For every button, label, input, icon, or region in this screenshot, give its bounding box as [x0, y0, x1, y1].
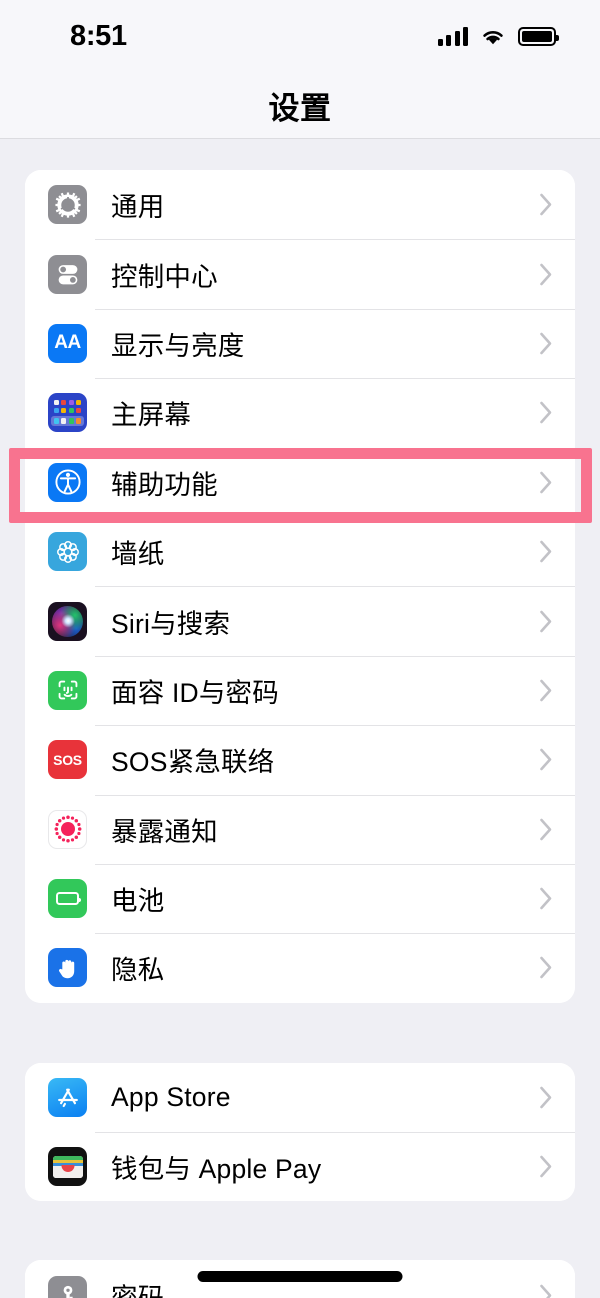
chevron-right-icon [540, 1284, 552, 1298]
status-bar-clock: 8:51 [70, 19, 127, 52]
settings-row-emergency-sos[interactable]: SOS SOS紧急联络 [25, 725, 575, 795]
settings-row-exposure-notifications[interactable]: 暴露通知 [25, 794, 575, 864]
display-brightness-icon: AA [48, 323, 87, 363]
chevron-right-icon [540, 263, 552, 285]
sos-icon-glyph: SOS [53, 751, 82, 768]
settings-group-system: 通用 控制中心 AA 显示与亮度 主屏幕 辅助功能 墙纸 Siri与搜索 面容 … [25, 170, 575, 1003]
settings-row-accessibility[interactable]: 辅助功能 [25, 447, 575, 517]
wallpaper-icon [48, 532, 87, 572]
cellular-signal-icon [437, 26, 468, 46]
settings-row-label: 隐私 [111, 955, 165, 986]
settings-row-label: App Store [111, 1081, 231, 1112]
settings-row-label: 电池 [111, 886, 165, 917]
settings-row-wallpaper[interactable]: 墙纸 [25, 516, 575, 587]
settings-scroll-view[interactable]: 通用 控制中心 AA 显示与亮度 主屏幕 辅助功能 墙纸 Siri与搜索 面容 … [0, 139, 600, 1298]
chevron-right-icon [540, 1155, 552, 1178]
settings-row-label: 控制中心 [111, 261, 218, 292]
settings-row-label: 主屏幕 [111, 400, 192, 431]
settings-row-label: 墙纸 [111, 539, 165, 570]
chevron-right-icon [540, 471, 552, 494]
accessibility-icon [48, 462, 87, 502]
settings-row-face-id-passcode[interactable]: 面容 ID与密码 [25, 655, 575, 726]
privacy-hand-icon [48, 948, 87, 988]
wifi-icon [483, 30, 503, 44]
settings-row-label: 钱包与 Apple Pay [111, 1154, 322, 1185]
settings-row-privacy[interactable]: 隐私 [25, 933, 575, 1003]
navigation-bar: 设置 [0, 72, 600, 139]
control-center-icon [48, 254, 87, 294]
battery-full-icon [518, 26, 559, 46]
home-screen-icon [48, 393, 87, 433]
settings-row-label: 密码 [111, 1282, 165, 1298]
settings-row-label: 暴露通知 [111, 816, 218, 847]
settings-row-general[interactable]: 通用 [25, 170, 575, 240]
settings-row-battery[interactable]: 电池 [25, 863, 575, 934]
chevron-right-icon [540, 679, 552, 702]
status-bar-indicators [437, 26, 559, 46]
battery-icon [48, 879, 87, 919]
gear-icon [48, 185, 87, 225]
passwords-key-icon [48, 1275, 87, 1298]
home-indicator-bar[interactable] [197, 1271, 403, 1282]
siri-icon [48, 601, 87, 641]
settings-row-label: 显示与亮度 [111, 330, 245, 361]
chevron-right-icon [540, 818, 552, 841]
chevron-right-icon [540, 193, 552, 216]
face-id-icon [48, 670, 87, 710]
page-title: 设置 [268, 90, 332, 126]
settings-row-siri-search[interactable]: Siri与搜索 [25, 586, 575, 656]
wallet-icon [48, 1147, 87, 1187]
settings-row-app-store[interactable]: App Store [25, 1062, 575, 1133]
settings-group-store: App Store 钱包与 Apple Pay [25, 1062, 575, 1202]
settings-row-label: SOS紧急联络 [111, 747, 275, 778]
settings-row-wallet-apple-pay[interactable]: 钱包与 Apple Pay [25, 1132, 575, 1202]
chevron-right-icon [540, 402, 552, 424]
chevron-right-icon [540, 887, 552, 910]
settings-row-label: 面容 ID与密码 [111, 677, 279, 708]
settings-row-label: Siri与搜索 [111, 608, 231, 639]
chevron-right-icon [540, 957, 552, 979]
settings-row-control-center[interactable]: 控制中心 [25, 239, 575, 309]
app-store-icon [48, 1077, 87, 1117]
emergency-sos-icon: SOS [48, 740, 87, 780]
chevron-right-icon [540, 610, 552, 632]
chevron-right-icon [540, 749, 552, 771]
status-bar: 8:51 [0, 0, 600, 72]
settings-row-label: 辅助功能 [111, 469, 218, 500]
display-icon-glyph: AA [54, 332, 81, 354]
chevron-right-icon [540, 540, 552, 563]
exposure-notification-icon [48, 809, 87, 849]
settings-row-home-screen[interactable]: 主屏幕 [25, 378, 575, 448]
chevron-right-icon [540, 1086, 552, 1109]
settings-row-display-brightness[interactable]: AA 显示与亮度 [25, 308, 575, 379]
iphone-settings-screen: 8:51 设置 通用 控制中心 AA 显示与亮度 主屏幕 辅助功能 墙纸 Sir… [0, 0, 600, 1298]
settings-row-label: 通用 [111, 192, 165, 223]
chevron-right-icon [540, 332, 552, 355]
